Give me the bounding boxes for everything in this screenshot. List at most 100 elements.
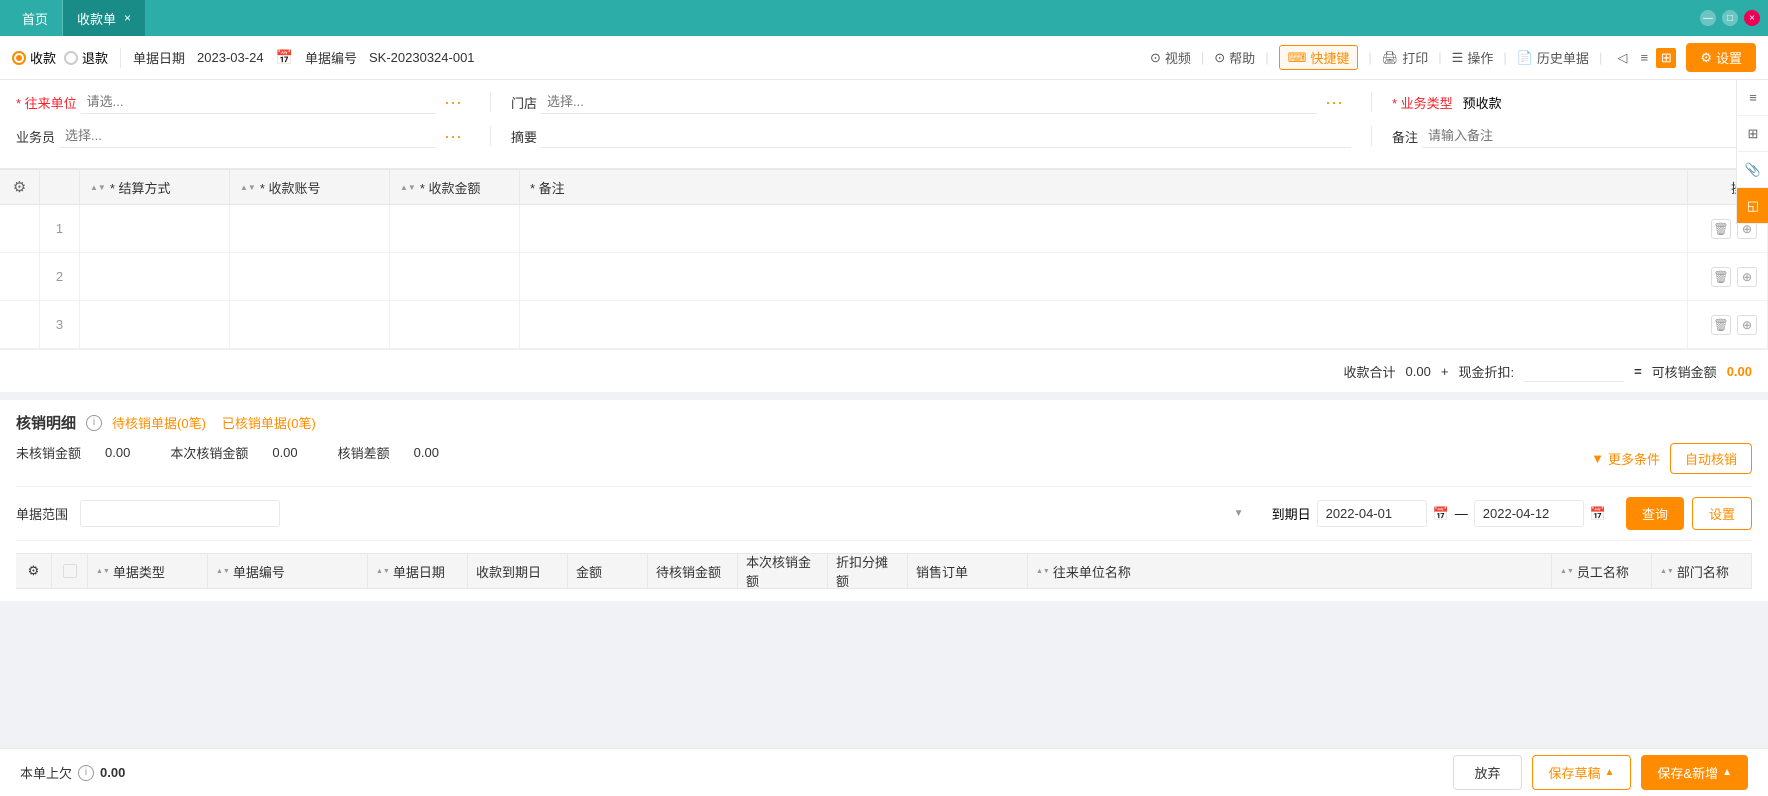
th-num <box>40 170 80 204</box>
sidebar-attach-icon[interactable]: 📎 <box>1737 152 1768 188</box>
store-more-btn[interactable]: ··· <box>1317 93 1351 111</box>
layout-icon-3[interactable]: ⊞ <box>1656 48 1676 68</box>
plus-sign: + <box>1441 364 1449 379</box>
bottom-gear-icon[interactable]: ⚙ <box>28 563 40 579</box>
help-label: 帮助 <box>1229 48 1255 67</box>
td-payment-2[interactable] <box>80 253 230 300</box>
section-tabs: 待核销单据(0笔) 已核销单据(0笔) <box>112 413 316 432</box>
partner-more-btn[interactable]: ··· <box>436 93 470 111</box>
date-label: 单据日期 <box>133 48 185 67</box>
layout-icon-2[interactable]: ≡ <box>1634 48 1654 68</box>
bth-dept-label: 部门名称 <box>1677 562 1729 581</box>
history-icon: 📄 <box>1517 50 1533 66</box>
query-button[interactable]: 查询 <box>1626 497 1684 530</box>
bth-salesorder: 销售订单 <box>908 554 1028 588</box>
td-payment-3[interactable] <box>80 301 230 348</box>
delete-icon-1[interactable]: 🗑 <box>1711 219 1731 239</box>
auto-verify-button[interactable]: 自动核销 <box>1670 443 1752 474</box>
sort-amount-icon[interactable]: ▲▼ <box>400 183 416 192</box>
discard-button[interactable]: 放弃 <box>1453 755 1521 790</box>
staff-field: 业务员 <box>16 124 436 148</box>
date-to-input[interactable] <box>1474 500 1584 527</box>
copy-icon-2[interactable]: ⊕ <box>1737 267 1757 287</box>
print-icon: 🖨 <box>1382 50 1399 66</box>
summary-input[interactable] <box>541 124 1351 148</box>
td-remark-1[interactable] <box>520 205 1688 252</box>
calendar-from-icon[interactable]: 📅 <box>1433 506 1449 522</box>
sidebar-grid-icon[interactable]: ⊞ <box>1737 116 1768 152</box>
tab-done[interactable]: 已核销单据(0笔) <box>222 413 316 432</box>
calendar-icon[interactable]: 📅 <box>276 49 293 66</box>
store-input[interactable] <box>541 90 1317 114</box>
print-button[interactable]: 🖨 打印 <box>1382 48 1429 67</box>
delete-icon-2[interactable]: 🗑 <box>1711 267 1731 287</box>
tab-pending[interactable]: 待核销单据(0笔) <box>112 413 206 432</box>
info-icon[interactable]: i <box>86 415 102 431</box>
td-num-1: 1 <box>40 205 80 252</box>
td-amount-3[interactable] <box>390 301 520 348</box>
tab-close-icon[interactable]: × <box>124 11 131 25</box>
more-conditions-btn[interactable]: ▼ 更多条件 <box>1591 449 1660 468</box>
tab-home[interactable]: 首页 <box>8 0 63 36</box>
store-label: 门店 <box>511 93 537 112</box>
td-account-1[interactable] <box>230 205 390 252</box>
window-maximize-button[interactable]: □ <box>1722 10 1738 26</box>
operate-button[interactable]: ☰ 操作 <box>1452 48 1494 67</box>
radio-receipt[interactable]: 收款 <box>12 48 56 67</box>
staff-more-btn[interactable]: ··· <box>436 127 470 145</box>
help-button[interactable]: ⊙ 帮助 <box>1214 48 1255 67</box>
right-sidebar: ≡ ⊞ 📎 ◱ <box>1736 80 1768 224</box>
sidebar-expand-icon[interactable]: ◱ <box>1737 188 1768 224</box>
settings-button[interactable]: ⚙ 设置 <box>1686 43 1756 72</box>
own-info-icon[interactable]: i <box>78 765 94 781</box>
range-select[interactable] <box>80 500 280 527</box>
bth-employee-label: 员工名称 <box>1577 562 1629 581</box>
td-amount-2[interactable] <box>390 253 520 300</box>
header-checkbox[interactable] <box>63 564 77 578</box>
save-new-button[interactable]: 保存&新增 ▲ <box>1641 755 1748 790</box>
delete-icon-3[interactable]: 🗑 <box>1711 315 1731 335</box>
sort-employee-icon[interactable]: ▲▼ <box>1560 568 1574 575</box>
sort-account-icon[interactable]: ▲▼ <box>240 183 256 192</box>
save-draft-button[interactable]: 保存草稿 ▲ <box>1532 755 1632 790</box>
current-verify-value: 0.00 <box>272 445 297 460</box>
layout-icon-1[interactable]: ◁ <box>1612 48 1632 68</box>
video-button[interactable]: ⊙ 视频 <box>1150 48 1191 67</box>
calendar-to-icon[interactable]: 📅 <box>1590 506 1606 522</box>
biz-type-dropdown[interactable]: 预收款 ▼ <box>1463 93 1752 112</box>
date-dash: — <box>1455 506 1468 521</box>
sort-payment-icon[interactable]: ▲▼ <box>90 183 106 192</box>
td-remark-2[interactable] <box>520 253 1688 300</box>
copy-icon-3[interactable]: ⊕ <box>1737 315 1757 335</box>
history-button[interactable]: 📄 历史单据 <box>1517 48 1589 67</box>
window-close-button[interactable]: × <box>1744 10 1760 26</box>
sort-dept-icon[interactable]: ▲▼ <box>1660 568 1674 575</box>
table-gear-icon[interactable]: ⚙ <box>13 178 26 196</box>
td-account-2[interactable] <box>230 253 390 300</box>
window-minimize-button[interactable]: — <box>1700 10 1716 26</box>
table-header: ⚙ ▲▼ * 结算方式 ▲▼ * 收款账号 ▲▼ * 收款金额 * 备注 操作 <box>0 169 1768 205</box>
staff-input[interactable] <box>59 124 436 148</box>
td-amount-1[interactable] <box>390 205 520 252</box>
settings-icon: ⚙ <box>1700 50 1712 66</box>
th-account: ▲▼ * 收款账号 <box>230 170 390 204</box>
sort-partner-icon[interactable]: ▲▼ <box>1036 568 1050 575</box>
receipt-type-group: 收款 退款 <box>12 48 108 67</box>
td-account-3[interactable] <box>230 301 390 348</box>
td-remark-3[interactable] <box>520 301 1688 348</box>
partner-input[interactable] <box>81 90 436 114</box>
radio-refund[interactable]: 退款 <box>64 48 108 67</box>
discount-input[interactable] <box>1524 360 1624 382</box>
date-range-field: 到期日 📅 — 📅 <box>1272 500 1606 527</box>
tab-receipt[interactable]: 收款单 × <box>63 0 146 36</box>
remark-input[interactable] <box>1422 124 1752 148</box>
shortcut-button[interactable]: ⌨ 快捷键 <box>1279 45 1359 70</box>
filter-settings-button[interactable]: 设置 <box>1692 497 1752 530</box>
sort-billtype-icon[interactable]: ▲▼ <box>96 568 110 575</box>
sidebar-table-icon[interactable]: ≡ <box>1737 80 1768 116</box>
td-payment-1[interactable] <box>80 205 230 252</box>
bottom-bar: 本单上欠 i 0.00 放弃 保存草稿 ▲ 保存&新增 ▲ <box>0 748 1768 796</box>
sort-billdate-icon[interactable]: ▲▼ <box>376 568 390 575</box>
date-from-input[interactable] <box>1317 500 1427 527</box>
sort-billno-icon[interactable]: ▲▼ <box>216 568 230 575</box>
